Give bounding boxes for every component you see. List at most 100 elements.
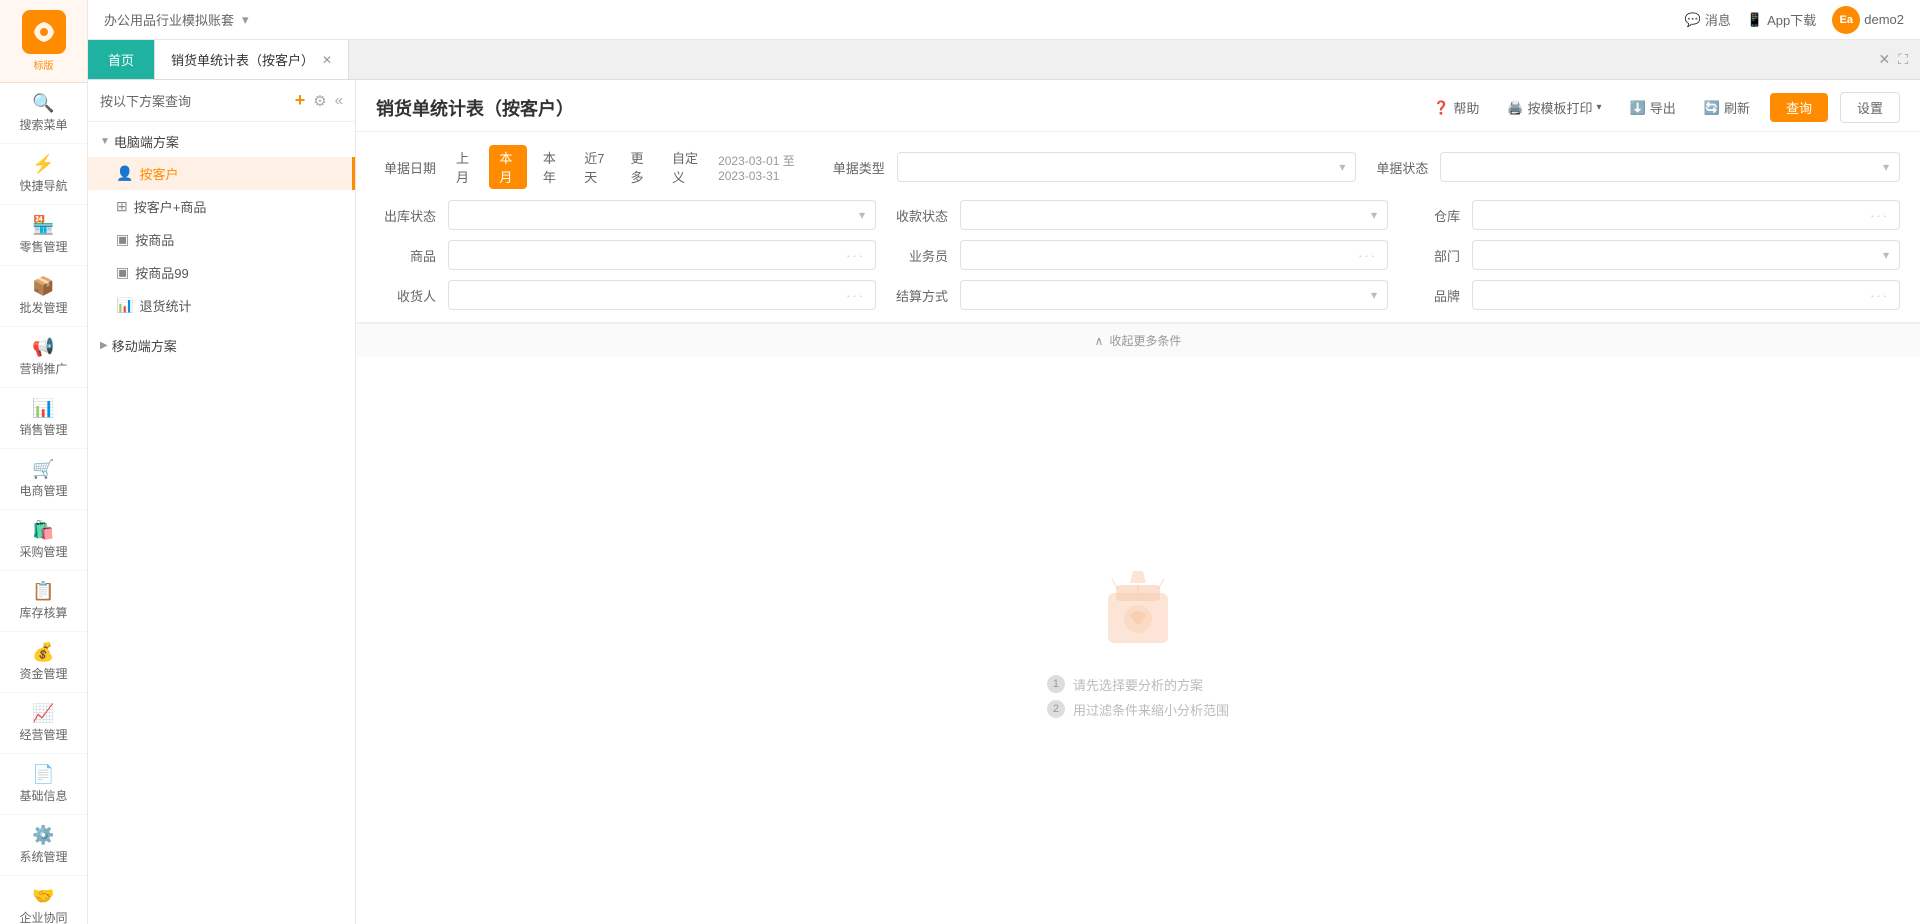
out-status-control[interactable]: ▾ (448, 200, 876, 230)
out-status-inner: ▾ (459, 208, 865, 222)
doc-type-control[interactable]: ▾ (897, 152, 1357, 182)
sidebar-item-label: 库存核算 (19, 604, 67, 621)
tree-item-label-by-goods: 按商品 (135, 230, 174, 249)
template-print-btn[interactable]: 🖨️ 按模板打印 ▾ (1499, 94, 1609, 121)
refresh-btn[interactable]: 🔄 刷新 (1696, 94, 1758, 121)
header-left: 办公用品行业模拟账套 ▾ (104, 10, 249, 29)
date-tab-custom-label: 自定义 (672, 151, 698, 185)
ops-icon: 📈 (32, 703, 54, 724)
tree-item-by-goods[interactable]: ▣ 按商品 (88, 223, 355, 256)
sidebar-item-search-menu[interactable]: 🔍 搜索菜单 (0, 83, 87, 144)
tab-bar-close-icon[interactable]: ✕ (1878, 51, 1890, 68)
tab-sales-stat-label: 销货单统计表（按客户） (171, 50, 314, 69)
goods-dots-icon[interactable]: ··· (846, 248, 865, 263)
date-tab-prev-month[interactable]: 上月 (448, 144, 481, 190)
brand-label: 品牌 (1400, 286, 1460, 305)
date-tab-last7[interactable]: 近7天 (576, 144, 614, 190)
receiver-dots-icon[interactable]: ··· (846, 288, 865, 303)
settlement-control[interactable]: ▾ (960, 280, 1388, 310)
settlement-inner: ▾ (971, 288, 1377, 302)
hint-num-1: 1 (1047, 675, 1065, 693)
salesperson-dots-icon[interactable]: ··· (1358, 248, 1377, 263)
filter-row-2: 出库状态 ▾ 收款状态 ▾ 仓库 (376, 200, 1900, 230)
basic-icon: 📄 (32, 764, 54, 785)
settings-plan-icon[interactable]: ⚙ (313, 92, 326, 110)
warehouse-control[interactable]: ··· (1472, 200, 1900, 230)
doc-status-dropdown-icon: ▾ (1883, 160, 1889, 174)
dropdown-arrow-icon[interactable]: ▾ (242, 12, 249, 28)
tree-group-desktop: ▼ 电脑端方案 👤 按客户 ⊞ 按客户+商品 ▣ 按商品 ▣ 按商品99 (88, 122, 355, 326)
sidebar-item-label: 销售管理 (19, 421, 67, 438)
warehouse-dots-icon[interactable]: ··· (1870, 208, 1889, 223)
export-btn[interactable]: ⬇️ 导出 (1622, 94, 1684, 121)
department-dropdown-icon: ▾ (1883, 248, 1889, 262)
by-goods-99-icon: ▣ (116, 264, 129, 281)
app-download-btn[interactable]: 📱 App下载 (1747, 10, 1816, 29)
wholesale-icon: 📦 (32, 276, 54, 297)
settings-label: 设置 (1857, 101, 1883, 116)
date-tab-more[interactable]: 更多 (623, 144, 656, 190)
by-customer-icon: 👤 (116, 165, 133, 182)
filter-row-3: 商品 ··· 业务员 ··· 部门 (376, 240, 1900, 270)
add-plan-icon[interactable]: + (295, 90, 306, 111)
sidebar-item-sys[interactable]: ⚙️ 系统管理 (0, 815, 87, 876)
query-btn[interactable]: 查询 (1770, 93, 1828, 122)
date-tab-this-year[interactable]: 本年 (535, 144, 568, 190)
message-label: 消息 (1705, 10, 1731, 29)
sidebar-item-wholesale[interactable]: 📦 批发管理 (0, 266, 87, 327)
template-print-label: 按模板打印 (1528, 98, 1593, 117)
sidebar-item-inventory[interactable]: 📋 库存核算 (0, 571, 87, 632)
sidebar-item-collab[interactable]: 🤝 企业协同 (0, 876, 87, 924)
brand-dots-icon[interactable]: ··· (1870, 288, 1889, 303)
empty-hint-2: 2 用过滤条件来缩小分析范围 (1047, 700, 1229, 719)
salesperson-control[interactable]: ··· (960, 240, 1388, 270)
brand-control[interactable]: ··· (1472, 280, 1900, 310)
tree-item-return-stats[interactable]: 📊 退货统计 (88, 289, 355, 322)
tree-group-header-desktop[interactable]: ▼ 电脑端方案 (88, 126, 355, 157)
doc-status-control[interactable]: ▾ (1440, 152, 1900, 182)
department-control[interactable]: ▾ (1472, 240, 1900, 270)
sidebar-item-marketing[interactable]: 📢 营销推广 (0, 327, 87, 388)
user-profile-btn[interactable]: Ea demo2 (1832, 6, 1904, 34)
tab-home[interactable]: 首页 (88, 40, 154, 79)
tree-item-by-customer[interactable]: 👤 按客户 (88, 157, 355, 190)
goods-label: 商品 (376, 246, 436, 265)
tree-item-by-customer-goods[interactable]: ⊞ 按客户+商品 (88, 190, 355, 223)
page-title: 销货单统计表（按客户） (376, 95, 574, 121)
return-stats-icon: 📊 (116, 297, 133, 314)
sidebar-item-ops[interactable]: 📈 经营管理 (0, 693, 87, 754)
left-panel-icons: + ⚙ « (295, 90, 343, 111)
sidebar-item-purchase[interactable]: 🛍️ 采购管理 (0, 510, 87, 571)
settings-btn[interactable]: 设置 (1840, 92, 1900, 123)
filter-row-4: 收货人 ··· 结算方式 ▾ 品牌 (376, 280, 1900, 310)
help-btn[interactable]: ❓ 帮助 (1425, 94, 1487, 121)
tab-bar-expand-icon[interactable]: ⛶ (1898, 51, 1908, 68)
sidebar-item-retail[interactable]: 🏪 零售管理 (0, 205, 87, 266)
app-download-label: App下载 (1767, 10, 1816, 29)
date-tab-more-label: 更多 (631, 151, 644, 185)
sidebar-item-label: 批发管理 (19, 299, 67, 316)
tree-group-header-mobile[interactable]: ▶ 移动端方案 (88, 330, 355, 361)
doc-type-inner: ▾ (908, 160, 1346, 174)
out-status-dropdown-icon: ▾ (859, 208, 865, 222)
collapse-panel-icon[interactable]: « (335, 92, 343, 109)
tab-sales-stat[interactable]: 销货单统计表（按客户） ✕ (154, 40, 349, 79)
sidebar-item-quick-nav[interactable]: ⚡ 快捷导航 (0, 144, 87, 205)
sidebar-item-finance[interactable]: 💰 资金管理 (0, 632, 87, 693)
receiver-control[interactable]: ··· (448, 280, 876, 310)
collect-status-control[interactable]: ▾ (960, 200, 1388, 230)
message-btn[interactable]: 💬 消息 (1685, 10, 1731, 29)
message-icon: 💬 (1685, 12, 1701, 28)
sidebar-item-ecom[interactable]: 🛒 电商管理 (0, 449, 87, 510)
sidebar-item-basic[interactable]: 📄 基础信息 (0, 754, 87, 815)
date-tab-this-month[interactable]: 本月 (489, 145, 526, 189)
brand-inner: ··· (1483, 288, 1889, 303)
goods-control[interactable]: ··· (448, 240, 876, 270)
username: demo2 (1864, 12, 1904, 27)
collapse-bar[interactable]: ∧ 收起更多条件 (356, 323, 1920, 357)
sidebar-item-sales[interactable]: 📊 销售管理 (0, 388, 87, 449)
left-panel: 按以下方案查询 + ⚙ « ▼ 电脑端方案 👤 按客户 ⊞ 按 (88, 80, 356, 924)
tree-item-by-goods-99[interactable]: ▣ 按商品99 (88, 256, 355, 289)
date-tab-custom[interactable]: 自定义 (664, 144, 706, 190)
tab-close-icon[interactable]: ✕ (322, 53, 332, 67)
